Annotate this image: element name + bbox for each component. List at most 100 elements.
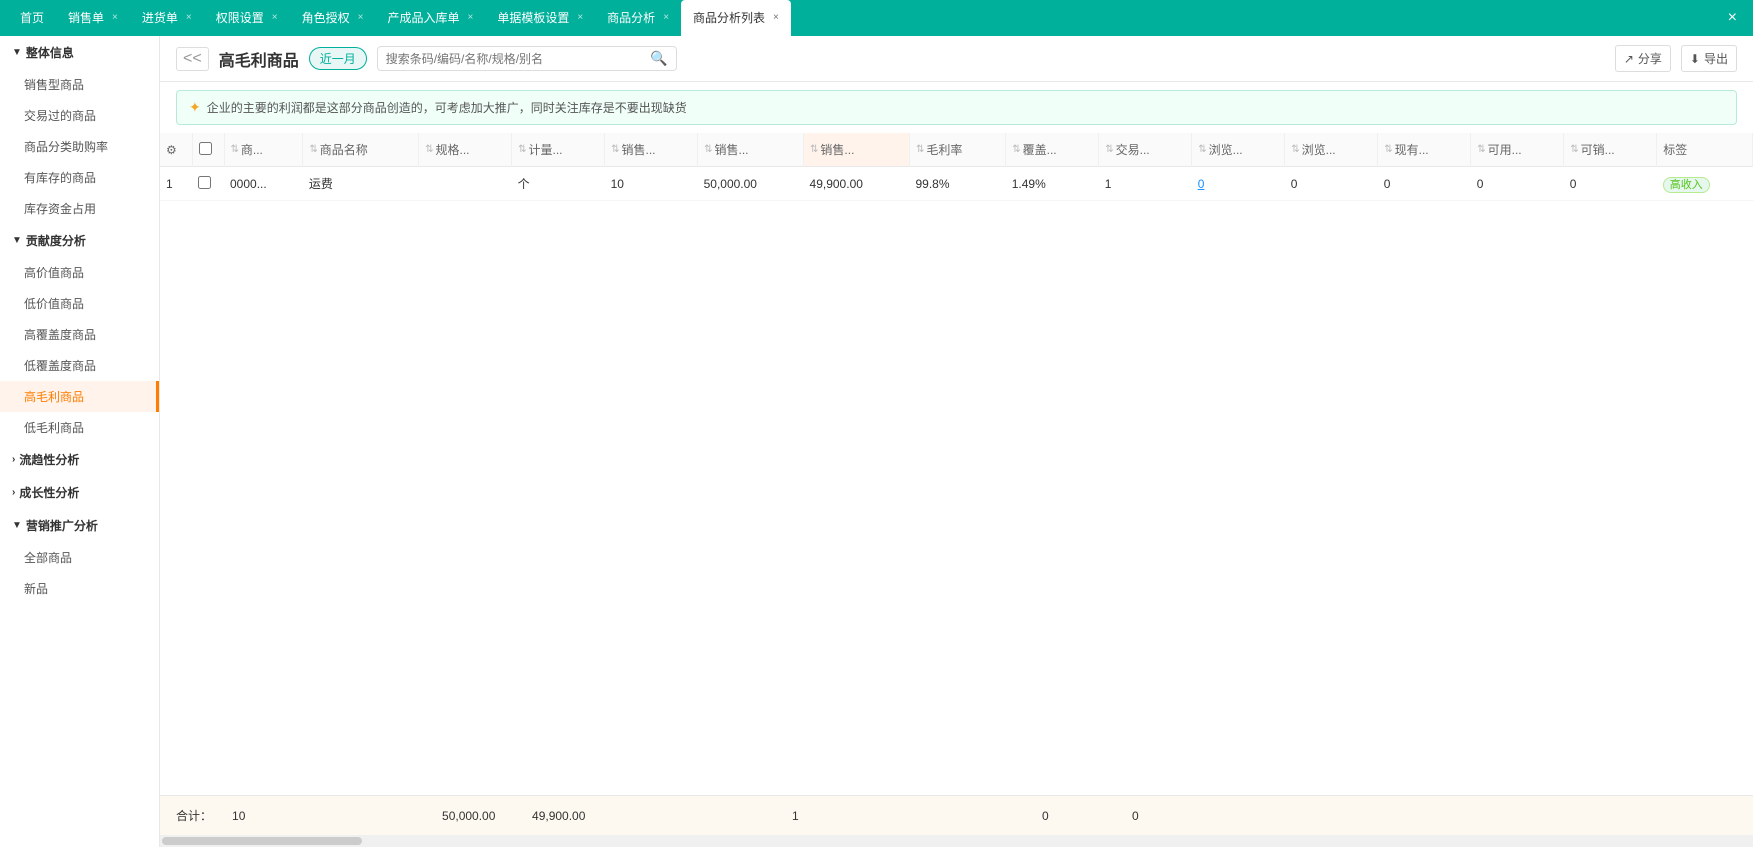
col-sellable[interactable]: ⇅可销... <box>1564 133 1657 167</box>
nav-close-template[interactable]: × <box>577 0 583 36</box>
sidebar-item-high-coverage[interactable]: 高覆盖度商品 <box>0 319 159 350</box>
horizontal-scrollbar[interactable] <box>160 835 1753 847</box>
cell-unit: 个 <box>512 167 605 201</box>
content-header: << 高毛利商品 近一月 🔍 ↗ 分享 ⬇ 导出 <box>160 36 1753 82</box>
col-transaction[interactable]: ⇅交易... <box>1099 133 1192 167</box>
cell-name: 运费 <box>303 167 419 201</box>
col-current-stock[interactable]: ⇅现有... <box>1378 133 1471 167</box>
search-box: 🔍 <box>377 46 677 71</box>
col-available[interactable]: ⇅可用... <box>1471 133 1564 167</box>
sidebar-section-trend[interactable]: › 流趋性分析 <box>0 443 159 476</box>
nav-close-permissions[interactable]: × <box>272 0 278 36</box>
nav-item-sales[interactable]: 销售单 × <box>56 0 130 36</box>
scroll-thumb[interactable] <box>162 837 362 845</box>
nav-close-all[interactable]: × <box>1720 9 1745 27</box>
sidebar-item-low-margin[interactable]: 低毛利商品 <box>0 412 159 443</box>
sidebar-collapse-button[interactable]: << <box>176 47 209 71</box>
footer-sellable: 0 <box>1132 809 1212 823</box>
sidebar-item-all-goods[interactable]: 全部商品 <box>0 542 159 573</box>
col-checkbox[interactable] <box>192 133 224 167</box>
cell-sales-profit: 49,900.00 <box>804 167 910 201</box>
search-input[interactable] <box>386 52 651 66</box>
sidebar-item-traded-goods[interactable]: 交易过的商品 <box>0 100 159 131</box>
sidebar-item-in-stock[interactable]: 有库存的商品 <box>0 162 159 193</box>
nav-close-analysis-list[interactable]: × <box>773 0 779 36</box>
cell-gross-margin: 99.8% <box>909 167 1005 201</box>
col-gross-margin[interactable]: ⇅毛利率 <box>909 133 1005 167</box>
filter-button[interactable]: 近一月 <box>309 47 367 70</box>
cell-current-stock: 0 <box>1378 167 1471 201</box>
col-unit[interactable]: ⇅计量... <box>512 133 605 167</box>
arrow-icon-trend: › <box>12 454 15 465</box>
sidebar-item-new-goods[interactable]: 新品 <box>0 573 159 604</box>
footer-label: 合计： <box>176 807 212 824</box>
sidebar-item-high-margin[interactable]: 高毛利商品 <box>0 381 159 412</box>
cell-coverage: 1.49% <box>1006 167 1099 201</box>
nav-close-analysis[interactable]: × <box>663 0 669 36</box>
nav-close-inbound[interactable]: × <box>467 0 473 36</box>
sidebar-item-sales-goods[interactable]: 销售型商品 <box>0 69 159 100</box>
select-all-checkbox[interactable] <box>199 142 212 155</box>
sidebar-section-overall[interactable]: ▼ 整体信息 <box>0 36 159 69</box>
cell-browse1[interactable]: 0 <box>1192 167 1285 201</box>
sidebar-item-low-value[interactable]: 低价值商品 <box>0 288 159 319</box>
col-tag[interactable]: 标签 <box>1657 133 1753 167</box>
table-row: 1 0000... 运费 个 10 50,000.00 49,900.00 99… <box>160 167 1753 201</box>
cell-browse2: 0 <box>1285 167 1378 201</box>
top-nav: 首页 销售单 × 进货单 × 权限设置 × 角色授权 × 产成品入库单 × 单据… <box>0 0 1753 36</box>
row-checkbox[interactable] <box>198 176 211 189</box>
col-settings[interactable]: ⚙ <box>160 133 192 167</box>
nav-item-analysis[interactable]: 商品分析 × <box>595 0 681 36</box>
footer-transaction: 1 <box>792 809 872 823</box>
col-code[interactable]: ⇅商... <box>224 133 303 167</box>
nav-item-template[interactable]: 单据模板设置 × <box>485 0 595 36</box>
arrow-icon-marketing: ▼ <box>12 520 22 531</box>
sidebar-item-high-value[interactable]: 高价值商品 <box>0 257 159 288</box>
nav-item-analysis-list[interactable]: 商品分析列表 × <box>681 0 791 36</box>
cell-tag: 高收入 <box>1657 167 1753 201</box>
arrow-icon-growth: › <box>12 487 15 498</box>
share-button[interactable]: ↗ 分享 <box>1615 45 1671 72</box>
tag-badge: 高收入 <box>1663 177 1710 193</box>
sidebar: ▼ 整体信息 销售型商品 交易过的商品 商品分类助购率 有库存的商品 库存资金占… <box>0 36 160 847</box>
nav-item-inbound[interactable]: 产成品入库单 × <box>375 0 485 36</box>
sidebar-item-category-rate[interactable]: 商品分类助购率 <box>0 131 159 162</box>
col-sales-qty[interactable]: ⇅销售... <box>605 133 698 167</box>
arrow-icon-contribution: ▼ <box>12 235 22 246</box>
sidebar-section-contribution[interactable]: ▼ 贡献度分析 <box>0 224 159 257</box>
col-name[interactable]: ⇅商品名称 <box>303 133 419 167</box>
info-icon: ✦ <box>189 99 201 116</box>
footer-available: 0 <box>1042 809 1122 823</box>
footer-sales-profit: 49,900.00 <box>532 809 612 823</box>
col-browse1[interactable]: ⇅浏览... <box>1192 133 1285 167</box>
nav-close-purchase[interactable]: × <box>186 0 192 36</box>
col-spec[interactable]: ⇅规格... <box>419 133 512 167</box>
cell-checkbox[interactable] <box>192 167 224 201</box>
col-coverage[interactable]: ⇅覆盖... <box>1006 133 1099 167</box>
nav-close-roles[interactable]: × <box>358 0 364 36</box>
nav-item-permissions[interactable]: 权限设置 × <box>204 0 290 36</box>
search-icon[interactable]: 🔍 <box>650 50 667 67</box>
footer-empty1 <box>622 809 782 823</box>
export-icon: ⬇ <box>1690 52 1700 66</box>
cell-code: 0000... <box>224 167 303 201</box>
footer-values: 10 50,000.00 49,900.00 1 0 0 <box>232 809 1737 823</box>
col-sales-profit[interactable]: ⇅销售... <box>804 133 910 167</box>
footer-sales-qty: 10 <box>232 809 432 823</box>
share-icon: ↗ <box>1624 52 1634 66</box>
nav-item-roles[interactable]: 角色授权 × <box>290 0 376 36</box>
col-sales-amount[interactable]: ⇅销售... <box>698 133 804 167</box>
cell-spec <box>419 167 512 201</box>
nav-item-purchase[interactable]: 进货单 × <box>130 0 204 36</box>
col-browse2[interactable]: ⇅浏览... <box>1285 133 1378 167</box>
sidebar-item-low-coverage[interactable]: 低覆盖度商品 <box>0 350 159 381</box>
sidebar-item-stock-capital[interactable]: 库存资金占用 <box>0 193 159 224</box>
sidebar-section-marketing[interactable]: ▼ 营销推广分析 <box>0 509 159 542</box>
sidebar-section-growth[interactable]: › 成长性分析 <box>0 476 159 509</box>
nav-close-sales[interactable]: × <box>112 0 118 36</box>
main-layout: ▼ 整体信息 销售型商品 交易过的商品 商品分类助购率 有库存的商品 库存资金占… <box>0 36 1753 847</box>
nav-item-home[interactable]: 首页 <box>8 0 56 36</box>
content-area: << 高毛利商品 近一月 🔍 ↗ 分享 ⬇ 导出 ✦ 企业的主要的利润都是这部分… <box>160 36 1753 847</box>
cell-index: 1 <box>160 167 192 201</box>
export-button[interactable]: ⬇ 导出 <box>1681 45 1737 72</box>
